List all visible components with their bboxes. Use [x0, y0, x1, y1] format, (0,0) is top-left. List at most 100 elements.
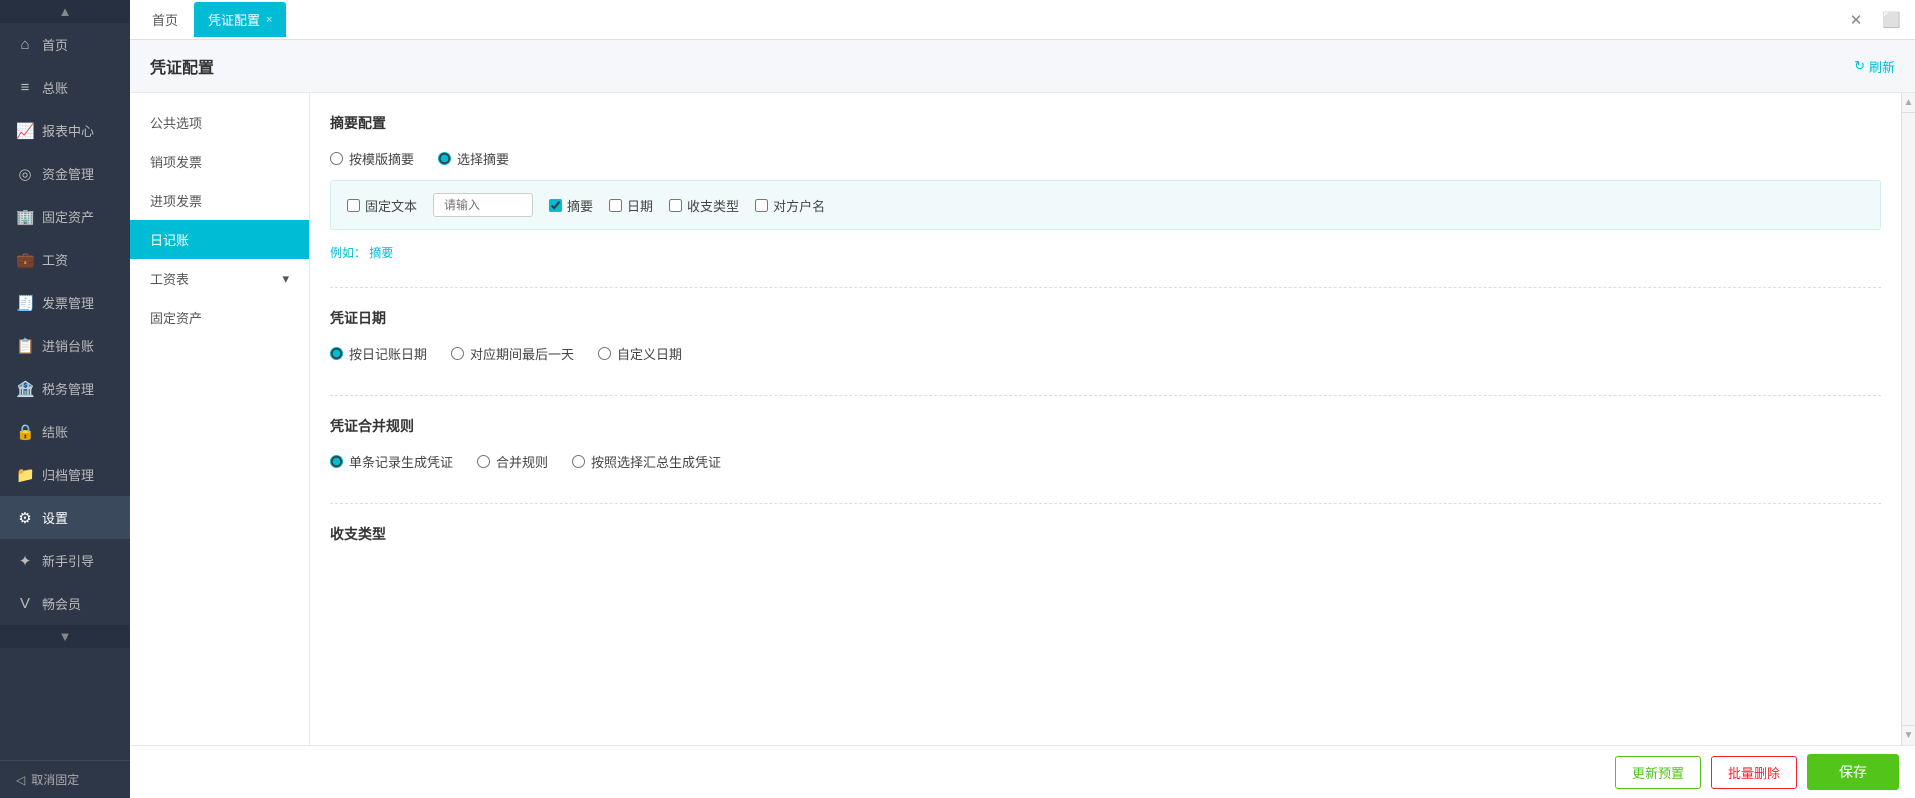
- checkbox-date[interactable]: 日期: [609, 196, 653, 215]
- radio-custom-date-input[interactable]: [598, 347, 611, 360]
- sidebar-item-vip[interactable]: V 畅会员: [0, 582, 130, 625]
- sidebar-item-ledger[interactable]: ≡ 总账: [0, 66, 130, 109]
- sidebar-item-label: 首页: [42, 35, 68, 54]
- left-nav-public-label: 公共选项: [150, 113, 202, 132]
- radio-last-day-input[interactable]: [451, 347, 464, 360]
- radio-journal-date[interactable]: 按日记账日期: [330, 344, 427, 363]
- tab-active-label: 凭证配置: [208, 10, 260, 29]
- sidebar-item-settings[interactable]: ⚙ 设置: [0, 496, 130, 539]
- save-button[interactable]: 保存: [1807, 754, 1899, 790]
- checkbox-summary-label: 摘要: [567, 196, 593, 215]
- home-icon: ⌂: [16, 36, 34, 53]
- radio-merge-rule[interactable]: 合并规则: [477, 452, 548, 471]
- bottom-bar: 更新预置 批量删除 保存: [130, 745, 1915, 798]
- left-nav-fixed-asset-label: 固定资产: [150, 308, 202, 327]
- left-nav-journal[interactable]: 日记账: [130, 220, 309, 259]
- sidebar-scroll-down[interactable]: ▼: [0, 625, 130, 648]
- checkbox-income-type-label: 收支类型: [687, 196, 739, 215]
- checkbox-summary-input[interactable]: [549, 199, 562, 212]
- section-merge: 凭证合并规则 单条记录生成凭证 合并规则 按照选择汇总生成凭证: [330, 416, 1881, 504]
- refresh-label: 刷新: [1869, 57, 1895, 76]
- left-nav-fixed-asset[interactable]: 固定资产: [130, 298, 309, 337]
- tab-home-label: 首页: [152, 10, 178, 29]
- sidebar-item-home[interactable]: ⌂ 首页: [0, 23, 130, 66]
- sidebar-item-guide[interactable]: ✦ 新手引导: [0, 539, 130, 582]
- checkbox-fixed-text-input[interactable]: [347, 199, 360, 212]
- window-restore-icon[interactable]: ⬜: [1876, 9, 1907, 31]
- checkbox-counterpart-label: 对方户名: [773, 196, 825, 215]
- section-summary-title: 摘要配置: [330, 113, 1881, 133]
- checkbox-fixed-text[interactable]: 固定文本: [347, 196, 417, 215]
- checkbox-date-input[interactable]: [609, 199, 622, 212]
- tab-actions: ✕ ⬜: [1844, 9, 1907, 31]
- checkbox-counterpart[interactable]: 对方户名: [755, 196, 825, 215]
- fixed-text-input[interactable]: [433, 193, 533, 217]
- unpin-label: 取消固定: [31, 771, 79, 788]
- sidebar-item-closing[interactable]: 🔒 结账: [0, 410, 130, 453]
- radio-custom-date-label: 自定义日期: [617, 344, 682, 363]
- radio-select-summary[interactable]: 选择摘要: [438, 149, 509, 168]
- tab-bar: 首页 凭证配置 × ✕ ⬜: [130, 0, 1915, 40]
- chevron-down-icon: ▾: [282, 271, 289, 287]
- batch-delete-button[interactable]: 批量删除: [1711, 756, 1797, 789]
- checkbox-income-type-input[interactable]: [669, 199, 682, 212]
- radio-custom-date[interactable]: 自定义日期: [598, 344, 682, 363]
- sidebar-item-invoice[interactable]: 🧾 发票管理: [0, 281, 130, 324]
- update-preview-button[interactable]: 更新预置: [1615, 756, 1701, 789]
- radio-single[interactable]: 单条记录生成凭证: [330, 452, 453, 471]
- section-date-title: 凭证日期: [330, 308, 1881, 328]
- left-nav-journal-label: 日记账: [150, 230, 189, 249]
- left-nav-purchase[interactable]: 进项发票: [130, 181, 309, 220]
- left-nav-payroll-label: 工资表: [150, 269, 189, 288]
- window-close-icon[interactable]: ✕: [1844, 9, 1869, 31]
- scroll-down-btn[interactable]: ▼: [1902, 725, 1915, 745]
- radio-last-day[interactable]: 对应期间最后一天: [451, 344, 574, 363]
- unpin-icon: ◁: [16, 773, 25, 787]
- main-area: 首页 凭证配置 × ✕ ⬜ 凭证配置 ↻ 刷新 公共选项 销项发票 进项: [130, 0, 1915, 798]
- radio-merge-rule-label: 合并规则: [496, 452, 548, 471]
- sidebar-item-label: 税务管理: [42, 379, 94, 398]
- left-nav-purchase-label: 进项发票: [150, 191, 202, 210]
- main-content: 摘要配置 按模版摘要 选择摘要 固定文本: [310, 93, 1901, 745]
- sidebar-item-fund[interactable]: ◎ 资金管理: [0, 152, 130, 195]
- sidebar-item-tax[interactable]: 🏦 税务管理: [0, 367, 130, 410]
- checkbox-counterpart-input[interactable]: [755, 199, 768, 212]
- content-layout: 公共选项 销项发票 进项发票 日记账 工资表 ▾ 固定资产: [130, 93, 1915, 745]
- sidebar-scroll-up[interactable]: ▲: [0, 0, 130, 23]
- asset-icon: 🏢: [16, 208, 34, 226]
- radio-select-input[interactable]: [438, 152, 451, 165]
- sidebar-item-label: 畅会员: [42, 594, 81, 613]
- tab-close-icon[interactable]: ×: [266, 14, 272, 26]
- invoice-icon: 🧾: [16, 294, 34, 312]
- radio-journal-date-input[interactable]: [330, 347, 343, 360]
- left-nav-public[interactable]: 公共选项: [130, 103, 309, 142]
- radio-journal-date-label: 按日记账日期: [349, 344, 427, 363]
- checkbox-summary[interactable]: 摘要: [549, 196, 593, 215]
- example-value: 摘要: [369, 246, 393, 260]
- radio-summary-generate[interactable]: 按照选择汇总生成凭证: [572, 452, 721, 471]
- left-nav-payroll[interactable]: 工资表 ▾: [130, 259, 309, 298]
- sidebar-item-archive[interactable]: 📁 归档管理: [0, 453, 130, 496]
- date-radio-group: 按日记账日期 对应期间最后一天 自定义日期: [330, 344, 1881, 363]
- right-scrollbar: ▲ ▼: [1901, 93, 1915, 745]
- summary-checkbox-row: 固定文本 摘要 日期 收支类型: [330, 180, 1881, 230]
- radio-merge-rule-input[interactable]: [477, 455, 490, 468]
- example-text: 例如： 摘要: [330, 238, 1881, 267]
- radio-template-summary[interactable]: 按模版摘要: [330, 149, 414, 168]
- sidebar-item-label: 新手引导: [42, 551, 94, 570]
- radio-template-input[interactable]: [330, 152, 343, 165]
- tab-home[interactable]: 首页: [138, 2, 192, 37]
- refresh-button[interactable]: ↻ 刷新: [1854, 57, 1895, 76]
- sidebar-item-salary[interactable]: 💼 工资: [0, 238, 130, 281]
- sidebar-item-purchase-sale[interactable]: 📋 进销台账: [0, 324, 130, 367]
- sidebar-item-report[interactable]: 📈 报表中心: [0, 109, 130, 152]
- sidebar-item-asset[interactable]: 🏢 固定资产: [0, 195, 130, 238]
- left-nav-sales[interactable]: 销项发票: [130, 142, 309, 181]
- tab-voucher-config[interactable]: 凭证配置 ×: [194, 2, 286, 37]
- radio-single-input[interactable]: [330, 455, 343, 468]
- sidebar-unpin[interactable]: ◁ 取消固定: [0, 760, 130, 798]
- checkbox-income-type[interactable]: 收支类型: [669, 196, 739, 215]
- radio-summary-generate-input[interactable]: [572, 455, 585, 468]
- merge-radio-group: 单条记录生成凭证 合并规则 按照选择汇总生成凭证: [330, 452, 1881, 471]
- scroll-up-btn[interactable]: ▲: [1902, 93, 1915, 113]
